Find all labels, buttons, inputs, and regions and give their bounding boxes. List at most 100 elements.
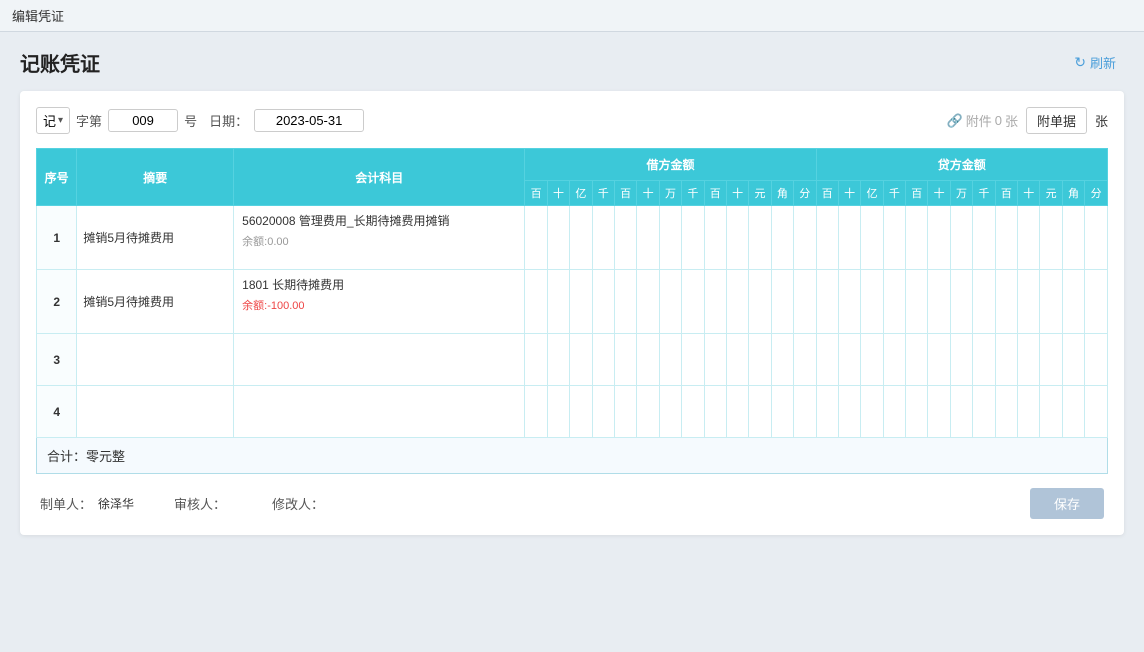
debit-digit-1-12[interactable] [794, 270, 816, 334]
debit-digit-3-8[interactable] [704, 386, 726, 438]
credit-digit-1-4[interactable] [906, 270, 928, 334]
credit-digit-3-9[interactable] [1018, 386, 1040, 438]
debit-digit-1-4[interactable] [614, 270, 636, 334]
debit-digit-0-3[interactable] [592, 206, 614, 270]
credit-digit-0-9[interactable] [1018, 206, 1040, 270]
account-cell-1[interactable]: 1801 长期待摊费用余额:-100.00 [234, 270, 525, 334]
credit-digit-2-7[interactable] [973, 334, 995, 386]
debit-digit-0-7[interactable] [682, 206, 704, 270]
voucher-type-select[interactable]: 记 ▾ [36, 107, 70, 134]
credit-digit-1-0[interactable] [816, 270, 838, 334]
credit-digit-2-11[interactable] [1062, 334, 1084, 386]
seq-cell-2[interactable]: 3 [37, 334, 77, 386]
credit-digit-3-2[interactable] [861, 386, 883, 438]
debit-digit-3-11[interactable] [771, 386, 793, 438]
credit-digit-0-1[interactable] [838, 206, 860, 270]
debit-digit-1-11[interactable] [771, 270, 793, 334]
debit-digit-0-10[interactable] [749, 206, 771, 270]
debit-digit-0-1[interactable] [547, 206, 569, 270]
account-cell-3[interactable] [234, 386, 525, 438]
debit-digit-3-4[interactable] [614, 386, 636, 438]
credit-digit-1-11[interactable] [1062, 270, 1084, 334]
debit-digit-0-0[interactable] [525, 206, 547, 270]
debit-digit-0-4[interactable] [614, 206, 636, 270]
debit-digit-0-2[interactable] [570, 206, 592, 270]
debit-digit-0-12[interactable] [794, 206, 816, 270]
attachment-link[interactable]: 🔗 附件 0 张 [947, 111, 1018, 130]
credit-digit-3-12[interactable] [1085, 386, 1108, 438]
summary-cell-2[interactable] [77, 334, 234, 386]
debit-digit-1-1[interactable] [547, 270, 569, 334]
credit-digit-2-0[interactable] [816, 334, 838, 386]
credit-digit-2-4[interactable] [906, 334, 928, 386]
debit-digit-2-3[interactable] [592, 334, 614, 386]
debit-digit-2-8[interactable] [704, 334, 726, 386]
credit-digit-0-7[interactable] [973, 206, 995, 270]
credit-digit-3-5[interactable] [928, 386, 950, 438]
debit-digit-3-12[interactable] [794, 386, 816, 438]
debit-digit-2-12[interactable] [794, 334, 816, 386]
credit-digit-3-0[interactable] [816, 386, 838, 438]
credit-digit-1-3[interactable] [883, 270, 905, 334]
credit-digit-0-3[interactable] [883, 206, 905, 270]
debit-digit-3-10[interactable] [749, 386, 771, 438]
debit-digit-0-11[interactable] [771, 206, 793, 270]
credit-digit-1-7[interactable] [973, 270, 995, 334]
debit-digit-0-6[interactable] [659, 206, 681, 270]
debit-digit-3-6[interactable] [659, 386, 681, 438]
credit-digit-0-0[interactable] [816, 206, 838, 270]
debit-digit-2-10[interactable] [749, 334, 771, 386]
credit-digit-0-6[interactable] [950, 206, 972, 270]
credit-digit-1-12[interactable] [1085, 270, 1108, 334]
debit-digit-1-0[interactable] [525, 270, 547, 334]
summary-cell-3[interactable] [77, 386, 234, 438]
credit-digit-0-10[interactable] [1040, 206, 1062, 270]
debit-digit-2-5[interactable] [637, 334, 659, 386]
credit-digit-3-10[interactable] [1040, 386, 1062, 438]
debit-digit-1-7[interactable] [682, 270, 704, 334]
debit-digit-0-8[interactable] [704, 206, 726, 270]
date-input[interactable] [254, 109, 364, 132]
debit-digit-1-5[interactable] [637, 270, 659, 334]
debit-digit-1-6[interactable] [659, 270, 681, 334]
debit-digit-2-7[interactable] [682, 334, 704, 386]
credit-digit-3-1[interactable] [838, 386, 860, 438]
credit-digit-0-12[interactable] [1085, 206, 1108, 270]
debit-digit-1-10[interactable] [749, 270, 771, 334]
debit-digit-1-8[interactable] [704, 270, 726, 334]
debit-digit-2-0[interactable] [525, 334, 547, 386]
save-button[interactable]: 保存 [1030, 488, 1104, 519]
credit-digit-2-9[interactable] [1018, 334, 1040, 386]
debit-digit-2-1[interactable] [547, 334, 569, 386]
credit-digit-1-5[interactable] [928, 270, 950, 334]
credit-digit-2-3[interactable] [883, 334, 905, 386]
debit-digit-0-5[interactable] [637, 206, 659, 270]
debit-digit-3-1[interactable] [547, 386, 569, 438]
credit-digit-2-10[interactable] [1040, 334, 1062, 386]
seq-cell-0[interactable]: 1 [37, 206, 77, 270]
credit-digit-1-1[interactable] [838, 270, 860, 334]
account-cell-2[interactable] [234, 334, 525, 386]
credit-digit-0-4[interactable] [906, 206, 928, 270]
credit-digit-2-5[interactable] [928, 334, 950, 386]
voucher-number-input[interactable] [108, 109, 178, 132]
debit-digit-1-9[interactable] [726, 270, 748, 334]
debit-digit-2-4[interactable] [614, 334, 636, 386]
credit-digit-3-8[interactable] [995, 386, 1017, 438]
debit-digit-2-6[interactable] [659, 334, 681, 386]
summary-cell-1[interactable]: 摊销5月待摊费用 [77, 270, 234, 334]
credit-digit-1-9[interactable] [1018, 270, 1040, 334]
credit-digit-1-8[interactable] [995, 270, 1017, 334]
credit-digit-0-11[interactable] [1062, 206, 1084, 270]
credit-digit-2-1[interactable] [838, 334, 860, 386]
debit-digit-2-11[interactable] [771, 334, 793, 386]
debit-digit-2-9[interactable] [726, 334, 748, 386]
summary-cell-0[interactable]: 摊销5月待摊费用 [77, 206, 234, 270]
credit-digit-3-6[interactable] [950, 386, 972, 438]
debit-digit-3-7[interactable] [682, 386, 704, 438]
credit-digit-2-2[interactable] [861, 334, 883, 386]
attachment-list-button[interactable]: 附单据 [1026, 107, 1087, 134]
debit-digit-3-2[interactable] [570, 386, 592, 438]
credit-digit-3-3[interactable] [883, 386, 905, 438]
credit-digit-2-6[interactable] [950, 334, 972, 386]
